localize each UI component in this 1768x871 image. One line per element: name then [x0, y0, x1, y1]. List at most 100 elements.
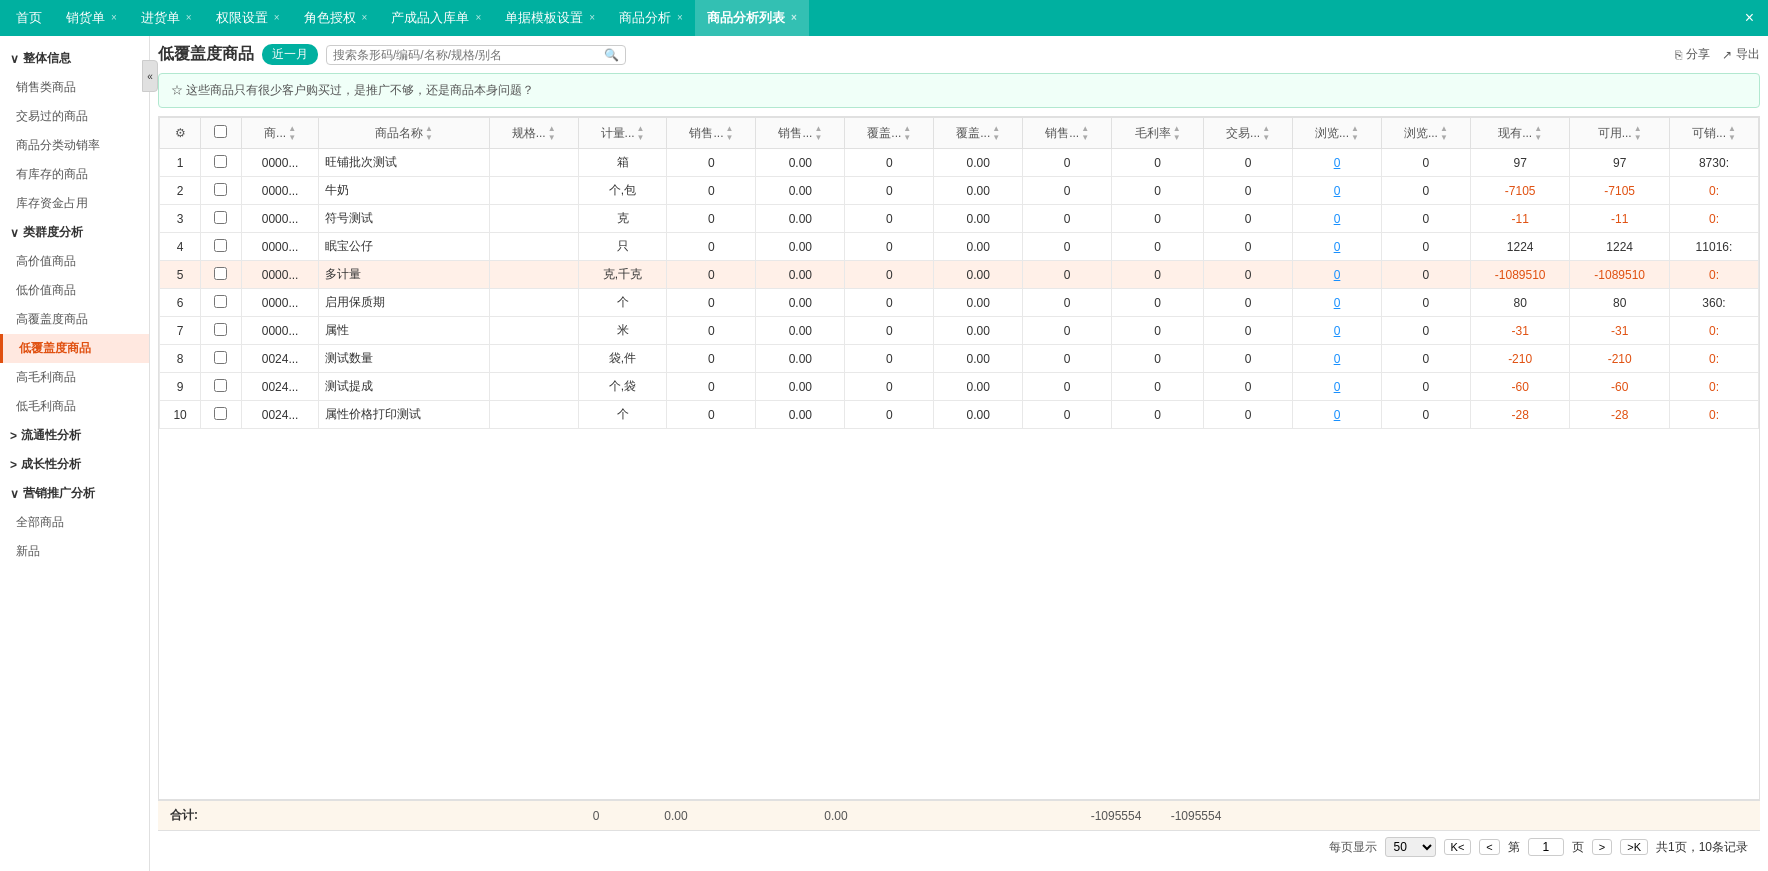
row-checkbox[interactable]	[214, 407, 227, 420]
sidebar-section-1[interactable]: ∨类群度分析	[0, 218, 149, 247]
col-header-name[interactable]: 商品名称▲▼	[319, 118, 489, 149]
nav-item-首页[interactable]: 首页	[4, 0, 54, 36]
nav-item-销货单[interactable]: 销货单×	[54, 0, 129, 36]
window-close-button[interactable]: ×	[1739, 7, 1760, 29]
col-header-cover2[interactable]: 覆盖...▲▼	[934, 118, 1023, 149]
col-header-trade[interactable]: 交易...▲▼	[1204, 118, 1293, 149]
sidebar-item-高覆盖度商品[interactable]: 高覆盖度商品	[0, 305, 149, 334]
row-checkbox[interactable]	[214, 183, 227, 196]
nav-item-商品分析列表[interactable]: 商品分析列表×	[695, 0, 809, 36]
page-size-select[interactable]: 50 100 200	[1385, 837, 1436, 857]
sort-icon[interactable]: ▲▼	[548, 124, 556, 142]
sidebar-collapse-button[interactable]: «	[142, 60, 158, 92]
sort-icon[interactable]: ▲▼	[903, 124, 911, 142]
filter-button[interactable]: 近一月	[262, 44, 318, 65]
sidebar-item-有库存的商品[interactable]: 有库存的商品	[0, 160, 149, 189]
browse-link[interactable]: 0	[1334, 240, 1341, 254]
col-header-spec[interactable]: 规格...▲▼	[489, 118, 578, 149]
prev-page-button[interactable]: <	[1479, 839, 1499, 855]
nav-close-icon[interactable]: ×	[186, 0, 192, 36]
browse-link[interactable]: 0	[1334, 352, 1341, 366]
sort-icon[interactable]: ▲▼	[1351, 124, 1359, 142]
nav-item-权限设置[interactable]: 权限设置×	[204, 0, 292, 36]
row-checkbox[interactable]	[214, 211, 227, 224]
sidebar-item-低价值商品[interactable]: 低价值商品	[0, 276, 149, 305]
browse-link[interactable]: 0	[1334, 268, 1341, 282]
sidebar-section-3[interactable]: >成长性分析	[0, 450, 149, 479]
nav-item-单据模板设置[interactable]: 单据模板设置×	[493, 0, 607, 36]
browse-link[interactable]: 0	[1334, 408, 1341, 422]
sidebar-item-低覆盖度商品[interactable]: 低覆盖度商品	[0, 334, 149, 363]
next-page-button[interactable]: >	[1592, 839, 1612, 855]
row-checkbox[interactable]	[214, 155, 227, 168]
page-number-input[interactable]	[1528, 838, 1564, 856]
sort-icon[interactable]: ▲▼	[1262, 124, 1270, 142]
row-checkbox[interactable]	[214, 351, 227, 364]
sidebar-item-库存资金占用[interactable]: 库存资金占用	[0, 189, 149, 218]
col-header-cover1[interactable]: 覆盖...▲▼	[845, 118, 934, 149]
select-all-checkbox[interactable]	[214, 125, 227, 138]
nav-item-商品分析[interactable]: 商品分析×	[607, 0, 695, 36]
nav-item-进货单[interactable]: 进货单×	[129, 0, 204, 36]
sort-icon[interactable]: ▲▼	[637, 124, 645, 142]
first-page-button[interactable]: K<	[1444, 839, 1472, 855]
sort-icon[interactable]: ▲▼	[1081, 124, 1089, 142]
sort-icon[interactable]: ▲▼	[814, 124, 822, 142]
table-wrapper[interactable]: ⚙商...▲▼商品名称▲▼规格...▲▼计量...▲▼销售...▲▼销售...▲…	[158, 116, 1760, 800]
browse-link[interactable]: 0	[1334, 184, 1341, 198]
col-header-grossRate[interactable]: 毛利率▲▼	[1112, 118, 1204, 149]
col-header-browse1[interactable]: 浏览...▲▼	[1293, 118, 1382, 149]
col-header-sales1[interactable]: 销售...▲▼	[667, 118, 756, 149]
col-header-unit[interactable]: 计量...▲▼	[578, 118, 667, 149]
sort-icon[interactable]: ▲▼	[992, 124, 1000, 142]
sidebar-section-0[interactable]: ∨整体信息	[0, 44, 149, 73]
sort-icon[interactable]: ▲▼	[725, 124, 733, 142]
settings-icon[interactable]: ⚙	[175, 126, 186, 140]
col-header-browse2[interactable]: 浏览...▲▼	[1381, 118, 1470, 149]
browse-link[interactable]: 0	[1334, 324, 1341, 338]
nav-close-icon[interactable]: ×	[475, 0, 481, 36]
browse-link[interactable]: 0	[1334, 156, 1341, 170]
nav-close-icon[interactable]: ×	[274, 0, 280, 36]
col-header-canSell[interactable]: 可销...▲▼	[1669, 118, 1758, 149]
browse-link[interactable]: 0	[1334, 296, 1341, 310]
nav-item-角色授权[interactable]: 角色授权×	[292, 0, 380, 36]
share-button[interactable]: ⎘ 分享	[1675, 46, 1710, 63]
browse-link[interactable]: 0	[1334, 380, 1341, 394]
col-header-stock1[interactable]: 现有...▲▼	[1470, 118, 1570, 149]
sidebar-item-交易过的商品[interactable]: 交易过的商品	[0, 102, 149, 131]
sort-icon[interactable]: ▲▼	[1173, 124, 1181, 142]
nav-close-icon[interactable]: ×	[589, 0, 595, 36]
nav-close-icon[interactable]: ×	[362, 0, 368, 36]
sort-icon[interactable]: ▲▼	[1534, 124, 1542, 142]
sidebar-section-4[interactable]: ∨营销推广分析	[0, 479, 149, 508]
col-header-sales2[interactable]: 销售...▲▼	[756, 118, 845, 149]
row-checkbox[interactable]	[214, 323, 227, 336]
row-checkbox[interactable]	[214, 295, 227, 308]
row-checkbox[interactable]	[214, 239, 227, 252]
last-page-button[interactable]: >K	[1620, 839, 1648, 855]
nav-close-icon[interactable]: ×	[111, 0, 117, 36]
col-header-code[interactable]: 商...▲▼	[241, 118, 319, 149]
sidebar-item-高价值商品[interactable]: 高价值商品	[0, 247, 149, 276]
sidebar-item-高毛利商品[interactable]: 高毛利商品	[0, 363, 149, 392]
search-input[interactable]	[333, 48, 604, 62]
sidebar-section-2[interactable]: >流通性分析	[0, 421, 149, 450]
sidebar-item-全部商品[interactable]: 全部商品	[0, 508, 149, 537]
nav-close-icon[interactable]: ×	[677, 0, 683, 36]
row-checkbox[interactable]	[214, 379, 227, 392]
col-header-stock2[interactable]: 可用...▲▼	[1570, 118, 1670, 149]
browse-link[interactable]: 0	[1334, 212, 1341, 226]
nav-item-产成品入库单[interactable]: 产成品入库单×	[379, 0, 493, 36]
sort-icon[interactable]: ▲▼	[1440, 124, 1448, 142]
col-header-sales3[interactable]: 销售...▲▼	[1023, 118, 1112, 149]
sort-icon[interactable]: ▲▼	[1634, 124, 1642, 142]
sidebar-item-低毛利商品[interactable]: 低毛利商品	[0, 392, 149, 421]
export-button[interactable]: ↗ 导出	[1722, 46, 1760, 63]
sidebar-item-销售类商品[interactable]: 销售类商品	[0, 73, 149, 102]
sidebar-item-商品分类动销率[interactable]: 商品分类动销率	[0, 131, 149, 160]
sort-icon[interactable]: ▲▼	[1728, 124, 1736, 142]
row-checkbox[interactable]	[214, 267, 227, 280]
sort-icon[interactable]: ▲▼	[288, 124, 296, 142]
sort-icon[interactable]: ▲▼	[425, 124, 433, 142]
